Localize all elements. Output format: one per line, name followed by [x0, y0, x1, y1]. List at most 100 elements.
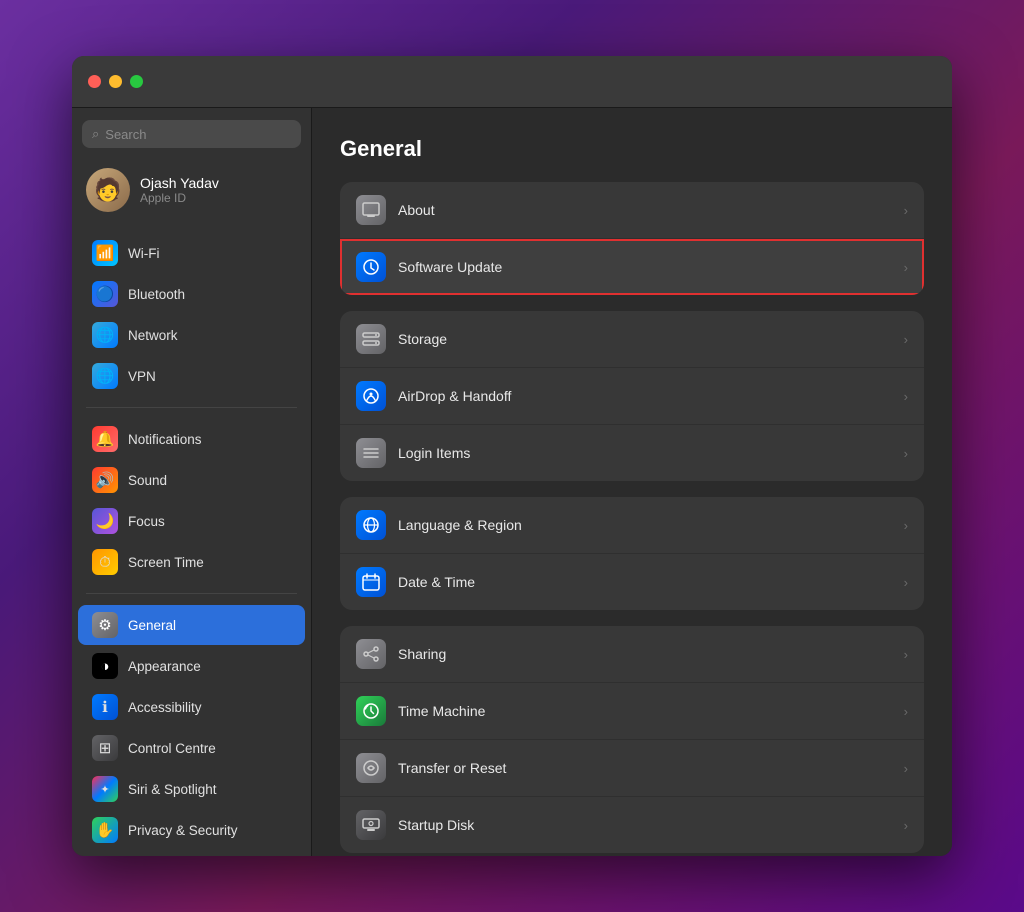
divider-2 [86, 593, 297, 594]
sidebar-item-focus-label: Focus [128, 514, 165, 529]
sharing-icon [356, 639, 386, 669]
settings-group-2: Storage › AirDrop & Handoff › [340, 311, 924, 481]
timemachine-label: Time Machine [398, 703, 904, 719]
sidebar-item-screentime-label: Screen Time [128, 555, 204, 570]
timemachine-chevron: › [904, 704, 908, 719]
settings-row-airdrop[interactable]: AirDrop & Handoff › [340, 368, 924, 425]
sidebar-item-notifications[interactable]: 🔔 Notifications [78, 419, 305, 459]
sidebar-item-controlcentre[interactable]: ⊞ Control Centre [78, 728, 305, 768]
sidebar-item-screentime[interactable]: ⏱ Screen Time [78, 542, 305, 582]
sidebar-item-sound[interactable]: 🔊 Sound [78, 460, 305, 500]
airdrop-label: AirDrop & Handoff [398, 388, 904, 404]
avatar-image: 🧑 [86, 168, 130, 212]
airdrop-chevron: › [904, 389, 908, 404]
datetime-label: Date & Time [398, 574, 904, 590]
language-icon [356, 510, 386, 540]
sidebar-item-controlcentre-label: Control Centre [128, 741, 216, 756]
notifications-icon: 🔔 [92, 426, 118, 452]
settings-row-transfer[interactable]: Transfer or Reset › [340, 740, 924, 797]
datetime-chevron: › [904, 575, 908, 590]
login-items-chevron: › [904, 446, 908, 461]
user-info: Ojash Yadav Apple ID [140, 175, 219, 205]
about-icon [356, 195, 386, 225]
sharing-label: Sharing [398, 646, 904, 662]
settings-row-datetime[interactable]: Date & Time › [340, 554, 924, 610]
sidebar-item-notifications-label: Notifications [128, 432, 202, 447]
sidebar-item-network-label: Network [128, 328, 178, 343]
general-icon: ⚙ [92, 612, 118, 638]
minimize-button[interactable] [109, 75, 122, 88]
page-title: General [340, 136, 924, 162]
sound-icon: 🔊 [92, 467, 118, 493]
vpn-icon: 🌐 [92, 363, 118, 389]
sidebar: ⌕ Search 🧑 Ojash Yadav Apple ID 📶 Wi [72, 108, 312, 856]
sidebar-item-siri-label: Siri & Spotlight [128, 782, 217, 797]
sidebar-item-wifi-label: Wi-Fi [128, 246, 159, 261]
language-label: Language & Region [398, 517, 904, 533]
network-icon: 🌐 [92, 322, 118, 348]
settings-group-1: About › Software Update › [340, 182, 924, 295]
sidebar-item-bluetooth-label: Bluetooth [128, 287, 185, 302]
avatar: 🧑 [86, 168, 130, 212]
traffic-lights [88, 75, 143, 88]
login-items-icon [356, 438, 386, 468]
settings-row-timemachine[interactable]: Time Machine › [340, 683, 924, 740]
startup-chevron: › [904, 818, 908, 833]
storage-icon [356, 324, 386, 354]
sidebar-item-appearance-label: Appearance [128, 659, 201, 674]
user-profile[interactable]: 🧑 Ojash Yadav Apple ID [72, 160, 311, 228]
siri-icon: ✦ [92, 776, 118, 802]
user-subtitle: Apple ID [140, 191, 219, 205]
timemachine-icon [356, 696, 386, 726]
accessibility-icon: ℹ [92, 694, 118, 720]
sidebar-item-bluetooth[interactable]: 🔵 Bluetooth [78, 274, 305, 314]
airdrop-icon [356, 381, 386, 411]
login-items-label: Login Items [398, 445, 904, 461]
sharing-chevron: › [904, 647, 908, 662]
close-button[interactable] [88, 75, 101, 88]
language-chevron: › [904, 518, 908, 533]
divider-1 [86, 407, 297, 408]
sidebar-item-appearance[interactable]: ◑ Appearance [78, 646, 305, 686]
sidebar-section-media: 🔔 Notifications 🔊 Sound 🌙 Focus ⏱ Screen… [72, 414, 311, 587]
search-placeholder: Search [105, 127, 146, 142]
sidebar-item-privacy-label: Privacy & Security [128, 823, 238, 838]
settings-group-3: Language & Region › Date & Time › [340, 497, 924, 610]
appearance-icon: ◑ [92, 653, 118, 679]
sidebar-item-general-label: General [128, 618, 176, 633]
system-settings-window: ⌕ Search 🧑 Ojash Yadav Apple ID 📶 Wi [72, 56, 952, 856]
sidebar-item-siri[interactable]: ✦ Siri & Spotlight [78, 769, 305, 809]
storage-chevron: › [904, 332, 908, 347]
search-bar[interactable]: ⌕ Search [82, 120, 301, 148]
sidebar-item-sound-label: Sound [128, 473, 167, 488]
sidebar-item-wifi[interactable]: 📶 Wi-Fi [78, 233, 305, 273]
sidebar-section-system: ⚙ General ◑ Appearance ℹ Accessibility ⊞… [72, 600, 311, 855]
datetime-icon [356, 567, 386, 597]
sidebar-item-accessibility-label: Accessibility [128, 700, 202, 715]
settings-row-about[interactable]: About › [340, 182, 924, 239]
sidebar-item-vpn-label: VPN [128, 369, 156, 384]
sidebar-item-privacy[interactable]: ✋ Privacy & Security [78, 810, 305, 850]
settings-row-login-items[interactable]: Login Items › [340, 425, 924, 481]
sidebar-item-general[interactable]: ⚙ General [78, 605, 305, 645]
settings-row-language[interactable]: Language & Region › [340, 497, 924, 554]
search-icon: ⌕ [92, 126, 99, 142]
sidebar-item-network[interactable]: 🌐 Network [78, 315, 305, 355]
screentime-icon: ⏱ [92, 549, 118, 575]
settings-row-startup[interactable]: Startup Disk › [340, 797, 924, 853]
content-area: ⌕ Search 🧑 Ojash Yadav Apple ID 📶 Wi [72, 108, 952, 856]
main-content: General About › [312, 108, 952, 856]
startup-label: Startup Disk [398, 817, 904, 833]
maximize-button[interactable] [130, 75, 143, 88]
storage-label: Storage [398, 331, 904, 347]
about-label: About [398, 202, 904, 218]
sidebar-item-vpn[interactable]: 🌐 VPN [78, 356, 305, 396]
settings-row-sharing[interactable]: Sharing › [340, 626, 924, 683]
focus-icon: 🌙 [92, 508, 118, 534]
user-name: Ojash Yadav [140, 175, 219, 191]
sidebar-item-focus[interactable]: 🌙 Focus [78, 501, 305, 541]
privacy-icon: ✋ [92, 817, 118, 843]
sidebar-item-accessibility[interactable]: ℹ Accessibility [78, 687, 305, 727]
settings-row-software-update[interactable]: Software Update › [340, 239, 924, 295]
settings-row-storage[interactable]: Storage › [340, 311, 924, 368]
